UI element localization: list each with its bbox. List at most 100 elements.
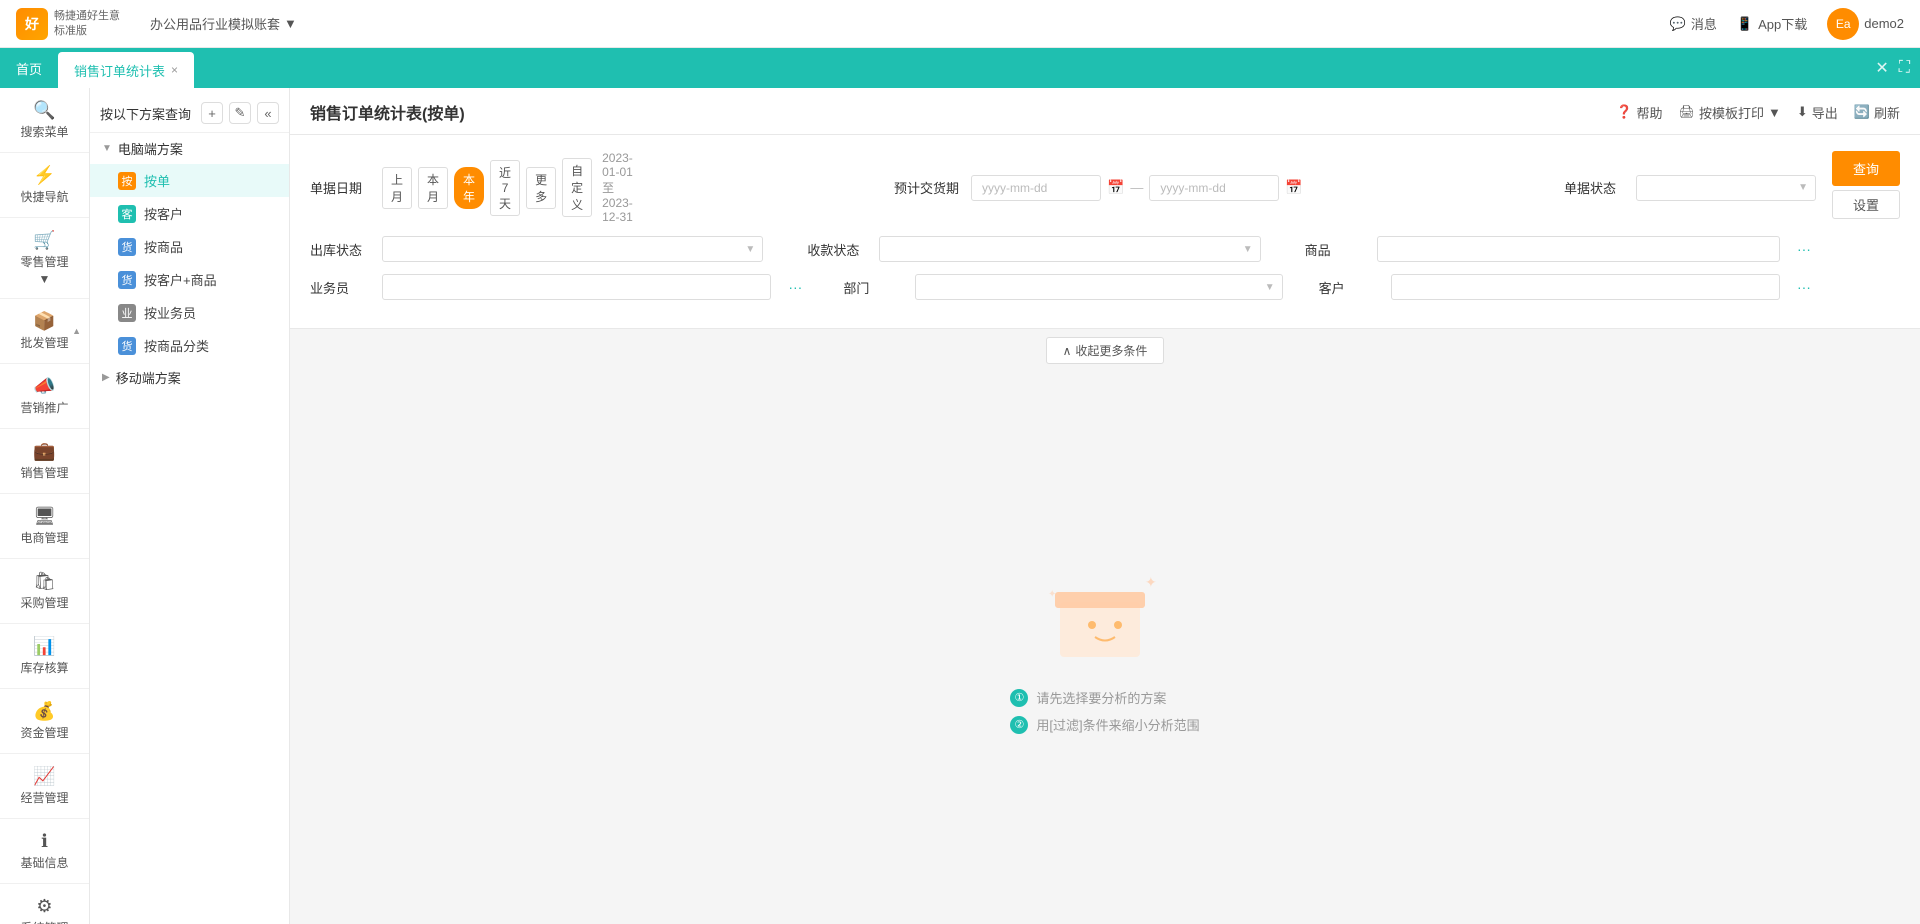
sidebar-item-finance[interactable]: 💰 资金管理 [0,689,89,754]
empty-hint-2: ② 用[过滤]条件来缩小分析范围 [1010,715,1199,734]
tab-close-icon[interactable]: × [171,63,178,77]
avatar: Ea [1827,8,1859,40]
search-icon: 🔍 [33,100,55,121]
salesman-dots-btn[interactable]: ··· [783,274,807,300]
industry-dropdown[interactable]: 办公用品行业模拟账套 ▼ [150,14,297,33]
sidebar-item-purchase[interactable]: 🛍 采购管理 [0,559,89,624]
date-btn-this-year[interactable]: 本年 [454,167,484,209]
sidebar-item-sales[interactable]: 💼 销售管理 [0,429,89,494]
close-window-icon[interactable]: ✕ [1875,58,1888,78]
sidebar-item-basic[interactable]: ℹ 基础信息 [0,819,89,884]
date-btn-more[interactable]: 更多 [526,167,556,209]
right-panel: 销售订单统计表(按单) ❓ 帮助 🖨 按模板打印 ▼ ⬇ [290,88,1920,924]
plan-item-by-category[interactable]: 货 按商品分类 [90,329,289,362]
calendar-start-icon[interactable]: 📅 [1107,179,1124,196]
add-plan-button[interactable]: + [201,102,223,124]
tab-sales-order-stats[interactable]: 销售订单统计表 × [58,52,194,88]
sidebar-item-operations[interactable]: 📈 经营管理 [0,754,89,819]
plan-icon-customer: 客 [118,205,136,223]
panel-title: 按以下方案查询 [100,104,195,123]
expected-date-group: 📅 — 📅 [971,175,1303,201]
help-icon: ❓ [1616,104,1632,120]
content-area: 按以下方案查询 + ✎ « ▼ 电脑端方案 按 按单 客 按客户 [90,88,1920,924]
export-action[interactable]: ⬇ 导出 [1797,103,1838,122]
edit-plan-button[interactable]: ✎ [229,102,251,124]
sidebar-item-retail[interactable]: 🛒 零售管理 [0,218,89,299]
svg-text:✦: ✦ [1145,574,1157,590]
empty-hint-1: ① 请先选择要分析的方案 [1010,688,1199,707]
filter-row-2: 出库状态 收款状态 [310,236,1816,262]
department-label: 部门 [843,278,903,297]
page-title-row: 销售订单统计表(按单) ❓ 帮助 🖨 按模板打印 ▼ ⬇ [310,100,1900,124]
tab-home[interactable]: 首页 [0,48,58,88]
user-area[interactable]: Ea demo2 [1827,8,1904,40]
system-icon: ⚙ [36,896,52,917]
date-label: 单据日期 [310,178,370,197]
logo-area: 好 畅捷通好生意 标准版 [16,8,120,40]
empty-svg: ✦ ✦ [1040,562,1170,672]
goods-input[interactable] [1377,236,1780,262]
phone-icon: 📱 [1737,16,1753,32]
hint-num-1: ① [1010,689,1028,707]
filter-main: 单据日期 上月 本月 本年 近7天 更多 自定义 2023-01-01 至 20… [310,151,1816,312]
plan-item-by-customer-goods[interactable]: 货 按客户+商品 [90,263,289,296]
message-action[interactable]: 💬 消息 [1670,14,1717,33]
message-icon: 💬 [1670,16,1686,32]
plan-item-by-goods[interactable]: 货 按商品 [90,230,289,263]
date-btn-7days[interactable]: 近7天 [490,160,520,216]
filter-section: 单据日期 上月 本月 本年 近7天 更多 自定义 2023-01-01 至 20… [290,135,1920,329]
goods-dots-btn[interactable]: ··· [1792,236,1816,262]
print-action[interactable]: 🖨 按模板打印 ▼ [1678,103,1780,122]
settings-button[interactable]: 设置 [1832,190,1900,219]
goods-label: 商品 [1305,240,1365,259]
date-btn-custom[interactable]: 自定义 [562,158,592,217]
plan-item-by-customer[interactable]: 客 按客户 [90,197,289,230]
empty-state: ✦ ✦ ① 请先选择要分析的方案 ② 用[过滤]条件来缩小分析范围 [290,372,1920,924]
status-select[interactable] [1636,175,1816,201]
collapse-panel-button[interactable]: « [257,102,279,124]
maximize-icon[interactable]: ⛶ [1899,59,1910,77]
plan-group-pc: ▼ 电脑端方案 按 按单 客 按客户 货 按商品 货 按客户+商品 [90,133,289,362]
plan-item-by-salesman[interactable]: 业 按业务员 [90,296,289,329]
top-bar-right: 💬 消息 📱 App下载 Ea demo2 [1670,8,1904,40]
action-buttons: 查询 设置 [1832,151,1900,219]
group-expand-icon: ▼ [102,143,112,154]
customer-dots-btn[interactable]: ··· [1792,274,1816,300]
sidebar-item-system[interactable]: ⚙ 系统管理 [0,884,89,924]
panel-toolbar: 按以下方案查询 + ✎ « [90,98,289,133]
app-download-action[interactable]: 📱 App下载 [1737,14,1807,33]
status-label: 单据状态 [1564,178,1624,197]
payment-select[interactable] [879,236,1260,262]
expected-date-start-input[interactable] [971,175,1101,201]
date-btn-last-month[interactable]: 上月 [382,167,412,209]
plan-group-mobile-header[interactable]: ▶ 移动端方案 [90,362,289,393]
finance-icon: 💰 [33,701,55,722]
sidebar-item-inventory[interactable]: 📊 库存核算 [0,624,89,689]
expected-date-end-input[interactable] [1149,175,1279,201]
date-btn-this-month[interactable]: 本月 [418,167,448,209]
customer-input[interactable] [1391,274,1780,300]
collapse-button[interactable]: ∧ 收起更多条件 [1046,337,1165,364]
sidebar-item-wholesale[interactable]: 📦 批发管理 [0,299,89,364]
sidebar-item-quick-nav[interactable]: ⚡ 快捷导航 [0,153,89,218]
plan-group-pc-header[interactable]: ▼ 电脑端方案 [90,133,289,164]
customer-label: 客户 [1319,278,1379,297]
page-title: 销售订单统计表(按单) [310,100,465,124]
sidebar-item-ecommerce[interactable]: 🖥 电商管理 [0,494,89,559]
salesman-input[interactable] [382,274,771,300]
department-select[interactable] [915,274,1282,300]
plan-item-by-order[interactable]: 按 按单 [90,164,289,197]
sales-icon: 💼 [33,441,55,462]
sidebar-item-marketing[interactable]: 📣 营销推广 [0,364,89,429]
query-button[interactable]: 查询 [1832,151,1900,186]
export-icon: ⬇ [1797,104,1808,120]
help-action[interactable]: ❓ 帮助 [1616,103,1662,122]
refresh-action[interactable]: 🔄 刷新 [1854,103,1900,122]
payment-label: 收款状态 [807,240,867,259]
sidebar-item-search-menu[interactable]: 🔍 搜索菜单 [0,88,89,153]
calendar-end-icon[interactable]: 📅 [1285,179,1302,196]
delivery-select[interactable] [382,236,763,262]
page-header: 销售订单统计表(按单) ❓ 帮助 🖨 按模板打印 ▼ ⬇ [290,88,1920,135]
department-select-wrap [915,274,1282,300]
collapse-row: ∧ 收起更多条件 [290,329,1920,372]
